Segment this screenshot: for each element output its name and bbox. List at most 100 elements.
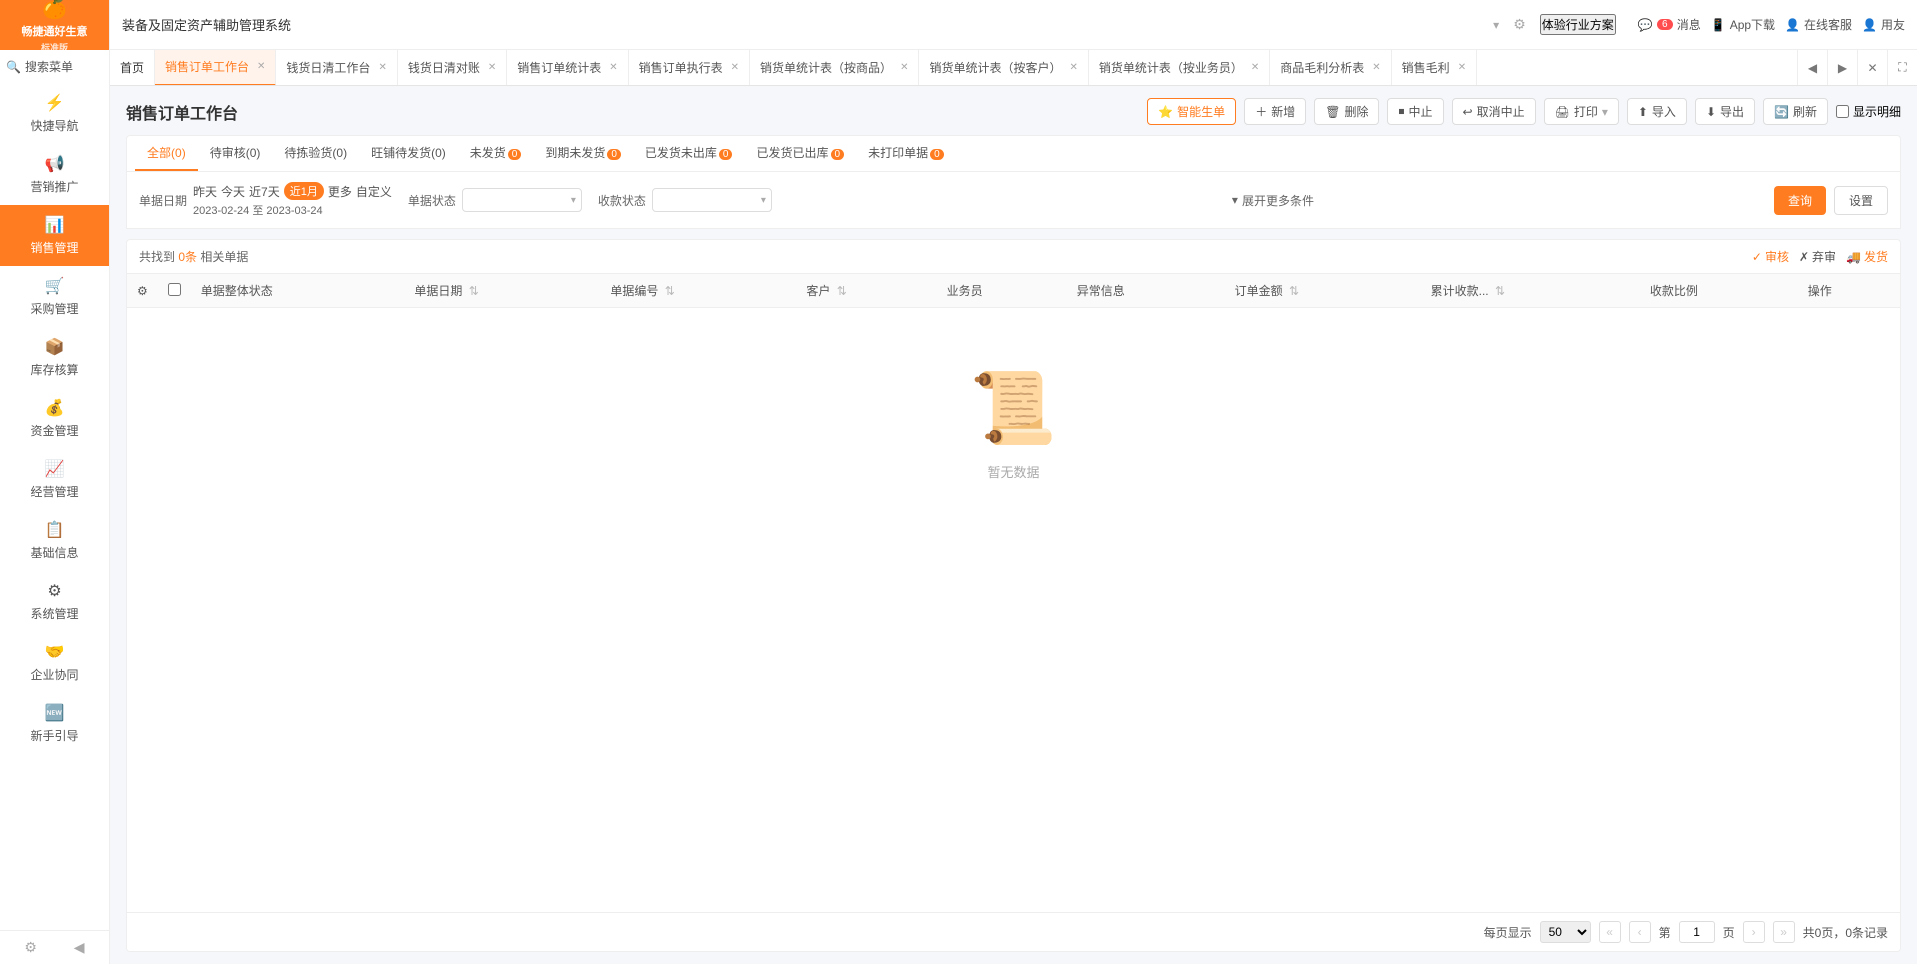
review-btn[interactable]: ✓ 审核: [1752, 248, 1789, 265]
page-input[interactable]: [1679, 921, 1715, 943]
page-last-btn[interactable]: »: [1773, 921, 1795, 943]
sidebar-item-sales[interactable]: 📊 销售管理: [0, 205, 109, 266]
tab-cash-daily-close[interactable]: ✕: [378, 62, 386, 73]
import-btn[interactable]: ⬆ 导入: [1627, 98, 1687, 125]
status-select[interactable]: [462, 188, 582, 212]
date-option-7days[interactable]: 近7天: [249, 183, 280, 200]
cancel-review-btn[interactable]: ✗ 弃审: [1799, 248, 1836, 265]
dropdown-icon[interactable]: ▾: [1493, 18, 1499, 32]
sidebar-item-purchase[interactable]: 🛒 采购管理: [0, 266, 109, 327]
tab-product-margin[interactable]: 商品毛利分析表 ✕: [1270, 50, 1391, 86]
settings-icon[interactable]: ⚙: [24, 939, 37, 956]
show-detail-checkbox[interactable]: [1836, 105, 1849, 118]
collapse-icon[interactable]: ◀: [74, 939, 85, 956]
sidebar-item-search[interactable]: 🔍 搜索菜单: [0, 50, 109, 83]
col-amount[interactable]: 订单金额 ⇅: [1225, 274, 1421, 308]
print-btn[interactable]: 🖨 打印 ▾: [1544, 98, 1619, 125]
sidebar-item-guide[interactable]: 🆕 新手引导: [0, 693, 109, 754]
tab-product-margin-close[interactable]: ✕: [1372, 62, 1380, 73]
delete-btn[interactable]: 🗑 删除: [1314, 98, 1379, 125]
tab-scroll-right[interactable]: ▶: [1827, 50, 1857, 86]
tab-cash-reconcile[interactable]: 钱货日清对账 ✕: [398, 50, 507, 86]
export-btn[interactable]: ⬇ 导出: [1695, 98, 1755, 125]
tab-sales-by-staff-close[interactable]: ✕: [1251, 62, 1259, 73]
sort-collected-icon[interactable]: ⇅: [1495, 284, 1505, 298]
tab-maximize[interactable]: ⛶: [1887, 50, 1917, 86]
tab-sales-exec-close[interactable]: ✕: [731, 62, 739, 73]
filter-tab-shipped-out[interactable]: 已发货已出库0: [744, 136, 856, 171]
page-first-btn[interactable]: «: [1599, 921, 1621, 943]
sort-number-icon[interactable]: ⇅: [665, 284, 675, 298]
filter-tab-shipped-no-out[interactable]: 已发货未出库0: [633, 136, 745, 171]
tab-scroll-left[interactable]: ◀: [1797, 50, 1827, 86]
sort-date-icon[interactable]: ⇅: [469, 284, 479, 298]
tab-sales-profit[interactable]: 销售毛利 ✕: [1392, 50, 1477, 86]
sort-customer-icon[interactable]: ⇅: [837, 284, 847, 298]
app-download-btn[interactable]: 📱 App下载: [1711, 16, 1775, 33]
sidebar-item-quick[interactable]: ⚡ 快捷导航: [0, 83, 109, 144]
date-option-custom[interactable]: 自定义: [356, 183, 392, 200]
refresh-btn[interactable]: 🔄 刷新: [1763, 98, 1828, 125]
filter-tab-pending[interactable]: 待审核(0): [198, 136, 273, 171]
col-gear[interactable]: ⚙: [127, 274, 158, 308]
page-prev-btn[interactable]: ‹: [1629, 921, 1651, 943]
filter-tab-not-printed[interactable]: 未打印单据0: [856, 136, 956, 171]
col-collected[interactable]: 累计收款... ⇅: [1421, 274, 1640, 308]
select-all-checkbox[interactable]: [168, 283, 181, 296]
tab-sales-by-product[interactable]: 销货单统计表（按商品） ✕: [750, 50, 919, 86]
ship-btn[interactable]: 🚚 发货: [1846, 248, 1888, 265]
settings-header-icon[interactable]: ⚙: [1513, 16, 1526, 33]
sidebar-item-inventory[interactable]: 📦 库存核算: [0, 327, 109, 388]
col-checkbox[interactable]: [158, 274, 191, 308]
sidebar-item-basics[interactable]: 📋 基础信息: [0, 510, 109, 571]
tab-sales-stats[interactable]: 销售订单统计表 ✕: [507, 50, 628, 86]
sidebar-item-system[interactable]: ⚙ 系统管理: [0, 571, 109, 632]
tab-sales-exec[interactable]: 销售订单执行表 ✕: [629, 50, 750, 86]
cancel-stop-btn[interactable]: ↩ 取消中止: [1452, 98, 1536, 125]
filter-tab-all[interactable]: 全部(0): [135, 136, 198, 171]
online-service-btn[interactable]: 👤 在线客服: [1785, 16, 1852, 33]
filter-tab-wangpu[interactable]: 旺铺待发货(0): [359, 136, 458, 171]
tab-sales-by-customer[interactable]: 销货单统计表（按客户） ✕: [919, 50, 1088, 86]
tab-home[interactable]: 首页: [110, 50, 155, 86]
sort-amount-icon[interactable]: ⇅: [1289, 284, 1299, 298]
col-number[interactable]: 单据编号 ⇅: [600, 274, 796, 308]
tab-sales-profit-close[interactable]: ✕: [1458, 62, 1466, 73]
tab-sales-workbench-close[interactable]: ✕: [257, 61, 265, 72]
filter-tab-overdue[interactable]: 到期未发货0: [533, 136, 633, 171]
date-option-today[interactable]: 今天: [221, 183, 245, 200]
tab-sales-by-staff[interactable]: 销货单统计表（按业务员） ✕: [1089, 50, 1270, 86]
setting-btn[interactable]: 设置: [1834, 186, 1888, 215]
tab-sales-by-product-close[interactable]: ✕: [900, 62, 908, 73]
message-btn[interactable]: 💬 6 消息: [1638, 16, 1701, 33]
tab-sales-stats-close[interactable]: ✕: [609, 62, 617, 73]
show-detail-label[interactable]: 显示明细: [1836, 103, 1901, 120]
col-date[interactable]: 单据日期 ⇅: [404, 274, 600, 308]
sidebar-item-marketing[interactable]: 📢 营销推广: [0, 144, 109, 205]
sidebar-item-operations[interactable]: 📈 经营管理: [0, 449, 109, 510]
sidebar-item-capital[interactable]: 💰 资金管理: [0, 388, 109, 449]
page-next-btn[interactable]: ›: [1743, 921, 1765, 943]
tab-cash-daily[interactable]: 钱货日清工作台 ✕: [276, 50, 397, 86]
tab-sales-by-customer-close[interactable]: ✕: [1069, 62, 1077, 73]
date-option-more[interactable]: 更多: [328, 183, 352, 200]
smart-btn[interactable]: ⭐ 智能生单: [1147, 98, 1236, 125]
col-customer[interactable]: 客户 ⇅: [796, 274, 936, 308]
table-scroll[interactable]: ⚙ 单据整体状态 单据日期 ⇅: [127, 274, 1900, 912]
query-btn[interactable]: 查询: [1774, 186, 1826, 215]
stop-btn[interactable]: ⏹ 中止: [1387, 98, 1443, 125]
tab-sales-workbench[interactable]: 销售订单工作台 ✕: [155, 50, 276, 86]
add-btn[interactable]: ＋ 新增: [1244, 98, 1306, 125]
filter-tab-pending-check[interactable]: 待拣验货(0): [272, 136, 359, 171]
tab-close-all[interactable]: ✕: [1857, 50, 1887, 86]
sidebar-item-coop[interactable]: 🤝 企业协同: [0, 632, 109, 693]
expand-btn[interactable]: ▾ 展开更多条件: [1232, 192, 1314, 209]
filter-tab-not-shipped[interactable]: 未发货0: [458, 136, 534, 171]
per-page-select[interactable]: 50 100 200: [1540, 921, 1591, 943]
experience-btn[interactable]: 体验行业方案: [1540, 14, 1616, 35]
payment-select[interactable]: [652, 188, 772, 212]
user-btn[interactable]: 👤 用友: [1862, 16, 1905, 33]
date-option-1month[interactable]: 近1月: [284, 182, 324, 200]
date-option-yesterday[interactable]: 昨天: [193, 183, 217, 200]
tab-cash-reconcile-close[interactable]: ✕: [488, 62, 496, 73]
